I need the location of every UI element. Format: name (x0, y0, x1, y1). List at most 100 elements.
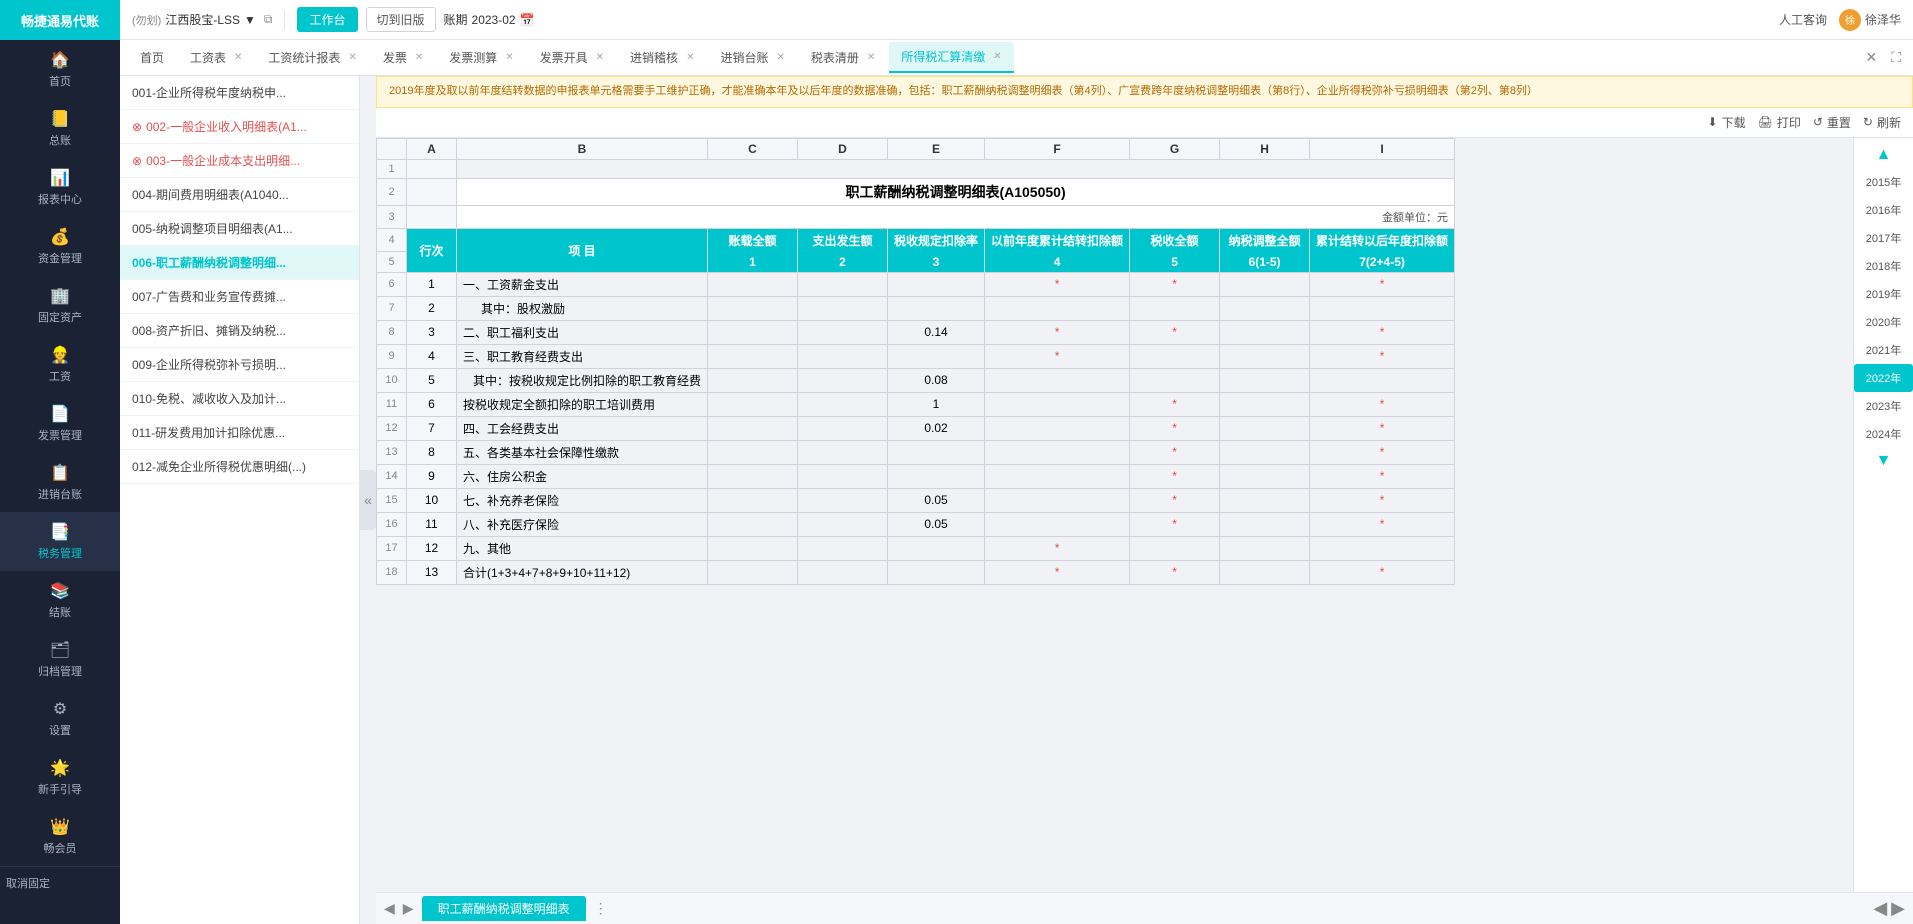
prev-sheet-btn[interactable]: ◀ (384, 900, 395, 917)
tab-sales-verify[interactable]: 进销稽核✕ (618, 43, 706, 72)
file-item-011[interactable]: 011-研发费用加计扣除优惠... (120, 416, 359, 450)
scroll-left-btn[interactable]: ◀ (1873, 898, 1887, 919)
cell-row13[interactable]: 13 (407, 560, 457, 584)
period-selector[interactable]: 账期 2023-02 📅 (444, 11, 535, 28)
cell-h11[interactable] (1220, 392, 1310, 416)
sidebar-item-settings[interactable]: ⚙ 设置 (0, 689, 120, 748)
year-2019[interactable]: 2019年 (1854, 280, 1913, 308)
cell-c10[interactable] (708, 368, 798, 392)
cell-g10[interactable] (1130, 368, 1220, 392)
cell-e18[interactable] (888, 560, 985, 584)
cell-h17[interactable] (1220, 536, 1310, 560)
file-item-002[interactable]: ⊗002-一般企业收入明细表(A1... (120, 110, 359, 144)
cell-f15[interactable] (985, 488, 1130, 512)
cell-i10[interactable] (1310, 368, 1455, 392)
year-2016[interactable]: 2016年 (1854, 196, 1913, 224)
cell-g13[interactable]: * (1130, 440, 1220, 464)
support-btn[interactable]: 人工客询 (1779, 11, 1827, 28)
cell-g11[interactable]: * (1130, 392, 1220, 416)
tab-invoice-calc[interactable]: 发票测算✕ (437, 43, 525, 72)
cell-c11[interactable] (708, 392, 798, 416)
cell-e17[interactable] (888, 536, 985, 560)
cell-item-5[interactable]: 其中：按税收规定比例扣除的职工教育经费 (457, 368, 708, 392)
cell-c15[interactable] (708, 488, 798, 512)
cell-d10[interactable] (798, 368, 888, 392)
close-tab-icon[interactable]: ✕ (686, 52, 694, 63)
cell-d14[interactable] (798, 464, 888, 488)
company-selector[interactable]: (勿划) 江西股宝-LSS ▼ (132, 11, 256, 28)
file-item-007[interactable]: 007-广告费和业务宣传费摊... (120, 280, 359, 314)
cell-f16[interactable] (985, 512, 1130, 536)
tab-home[interactable]: 首页 (128, 43, 176, 72)
sidebar-item-archive[interactable]: 🗂 归档管理 (0, 630, 120, 689)
workspace-button[interactable]: 工作台 (297, 7, 357, 32)
cell-c12[interactable] (708, 416, 798, 440)
cell-f13[interactable] (985, 440, 1130, 464)
cell-d18[interactable] (798, 560, 888, 584)
cell-item-3[interactable]: 二、职工福利支出 (457, 320, 708, 344)
cell-a1[interactable] (407, 159, 457, 178)
cell-g12[interactable]: * (1130, 416, 1220, 440)
cell-h6[interactable] (1220, 272, 1310, 296)
cell-c7[interactable] (708, 296, 798, 320)
cell-h7[interactable] (1220, 296, 1310, 320)
tab-payslip[interactable]: 工资表✕ (178, 43, 254, 72)
cell-g9[interactable] (1130, 344, 1220, 368)
file-item-004[interactable]: 004-期间费用明细表(A1040... (120, 178, 359, 212)
cell-i8[interactable]: * (1310, 320, 1455, 344)
cell-d17[interactable] (798, 536, 888, 560)
file-item-006[interactable]: 006-职工薪酬纳税调整明细... (120, 246, 359, 280)
cell-row3[interactable]: 3 (407, 320, 457, 344)
cell-c16[interactable] (708, 512, 798, 536)
sidebar-item-ledger[interactable]: 📒 总账 (0, 99, 120, 158)
year-2018[interactable]: 2018年 (1854, 252, 1913, 280)
sidebar-item-sales-ledger[interactable]: 📋 进销台账 (0, 453, 120, 512)
file-item-010[interactable]: 010-免税、减收收入及加计... (120, 382, 359, 416)
close-tab-icon[interactable]: ✕ (348, 52, 356, 63)
cell-d13[interactable] (798, 440, 888, 464)
cell-c9[interactable] (708, 344, 798, 368)
cell-e16[interactable]: 0.05 (888, 512, 985, 536)
cell-row5[interactable]: 5 (407, 368, 457, 392)
close-tab-icon[interactable]: ✕ (993, 51, 1001, 62)
sidebar-item-home[interactable]: 🏠 首页 (0, 40, 120, 99)
cell-d16[interactable] (798, 512, 888, 536)
cell-d15[interactable] (798, 488, 888, 512)
sidebar-item-reports[interactable]: 📊 报表中心 (0, 158, 120, 217)
cell-c6[interactable] (708, 272, 798, 296)
copy-icon[interactable]: ⧉ (264, 12, 273, 27)
close-tab-icon[interactable]: ✕ (867, 52, 875, 63)
cell-c8[interactable] (708, 320, 798, 344)
print-button[interactable]: 🖨 打印 (1758, 114, 1801, 131)
cell-c17[interactable] (708, 536, 798, 560)
year-2017[interactable]: 2017年 (1854, 224, 1913, 252)
scroll-right-btn[interactable]: ▶ (1891, 898, 1905, 919)
year-2020[interactable]: 2020年 (1854, 308, 1913, 336)
cell-e11[interactable]: 1 (888, 392, 985, 416)
bottom-tab-active[interactable]: 职工薪酬纳税调整明细表 (422, 896, 586, 921)
cell-a3[interactable] (407, 205, 457, 228)
year-nav-down[interactable]: ▼ (1872, 448, 1896, 474)
cell-g8[interactable]: * (1130, 320, 1220, 344)
year-2024[interactable]: 2024年 (1854, 420, 1913, 448)
cell-f7[interactable] (985, 296, 1130, 320)
reset-button[interactable]: ↺ 重置 (1813, 114, 1851, 131)
cell-i14[interactable]: * (1310, 464, 1455, 488)
cell-e15[interactable]: 0.05 (888, 488, 985, 512)
cell-item-12[interactable]: 九、其他 (457, 536, 708, 560)
close-tab-icon[interactable]: ✕ (234, 52, 242, 63)
cell-d7[interactable] (798, 296, 888, 320)
cell-row10[interactable]: 10 (407, 488, 457, 512)
year-2015[interactable]: 2015年 (1854, 168, 1913, 196)
tab-sales-ledger[interactable]: 进销台账✕ (708, 43, 796, 72)
cell-row9[interactable]: 9 (407, 464, 457, 488)
cell-i15[interactable]: * (1310, 488, 1455, 512)
cell-c14[interactable] (708, 464, 798, 488)
cell-e13[interactable] (888, 440, 985, 464)
cell-f14[interactable] (985, 464, 1130, 488)
file-item-005[interactable]: 005-纳税调整项目明细表(A1... (120, 212, 359, 246)
sidebar-item-assets[interactable]: 🏢 固定资产 (0, 276, 120, 335)
close-tab-icon[interactable]: ✕ (505, 52, 513, 63)
cell-row1[interactable]: 1 (407, 272, 457, 296)
cell-item-13[interactable]: 合计(1+3+4+7+8+9+10+11+12) (457, 560, 708, 584)
